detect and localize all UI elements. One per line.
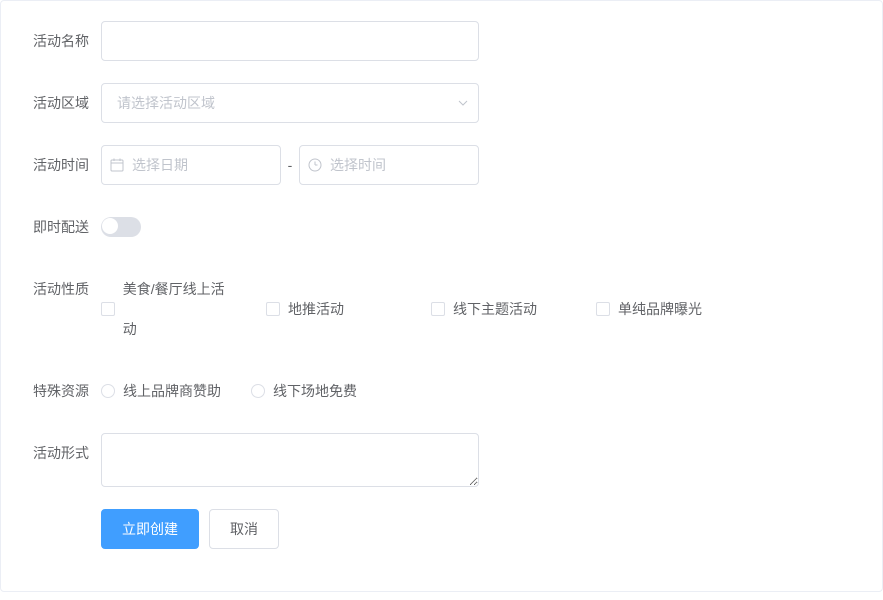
label-type: 活动性质 <box>21 269 101 309</box>
field-buttons: 立即创建 取消 <box>21 509 862 549</box>
radio-resource-0[interactable]: 线上品牌商赞助 <box>101 371 221 411</box>
radio-resource-1[interactable]: 线下场地免费 <box>251 371 357 411</box>
field-delivery: 即时配送 <box>21 207 862 247</box>
checkbox-label: 单纯品牌曝光 <box>618 289 702 329</box>
cancel-button[interactable]: 取消 <box>209 509 279 549</box>
checkbox-icon <box>431 302 445 316</box>
time-picker[interactable]: 选择时间 <box>299 145 479 185</box>
field-datetime: 活动时间 选择日期 - 选择时间 <box>21 145 862 185</box>
radio-icon <box>101 384 115 398</box>
checkbox-icon <box>596 302 610 316</box>
label-resource: 特殊资源 <box>21 371 101 411</box>
field-name: 活动名称 <box>21 21 862 61</box>
region-select[interactable]: 请选择活动区域 <box>101 83 479 123</box>
clock-icon <box>308 158 322 172</box>
checkbox-label: 线下主题活动 <box>453 289 537 329</box>
name-input[interactable] <box>101 21 479 61</box>
field-type: 活动性质 美食/餐厅线上活动 地推活动 线下主题活动 单纯品牌曝光 <box>21 269 862 349</box>
field-resource: 特殊资源 线上品牌商赞助 线下场地免费 <box>21 371 862 411</box>
radio-icon <box>251 384 265 398</box>
checkbox-type-2[interactable]: 线下主题活动 <box>431 289 566 329</box>
delivery-switch[interactable] <box>101 217 141 237</box>
submit-button[interactable]: 立即创建 <box>101 509 199 549</box>
checkbox-label: 地推活动 <box>288 289 344 329</box>
date-picker[interactable]: 选择日期 <box>101 145 281 185</box>
form-card: 活动名称 活动区域 请选择活动区域 活动时间 选择日期 <box>0 0 883 592</box>
time-placeholder: 选择时间 <box>330 155 386 175</box>
field-desc: 活动形式 <box>21 433 862 487</box>
label-desc: 活动形式 <box>21 433 101 473</box>
desc-textarea[interactable] <box>101 433 479 487</box>
checkbox-icon <box>101 302 115 316</box>
label-region: 活动区域 <box>21 83 101 123</box>
calendar-icon <box>110 158 124 172</box>
label-delivery: 即时配送 <box>21 207 101 247</box>
chevron-down-icon <box>457 97 469 109</box>
checkbox-type-3[interactable]: 单纯品牌曝光 <box>596 289 731 329</box>
label-name: 活动名称 <box>21 21 101 61</box>
checkbox-label: 美食/餐厅线上活动 <box>123 269 236 349</box>
region-placeholder: 请选择活动区域 <box>117 93 215 113</box>
radio-label: 线下场地免费 <box>273 371 357 411</box>
checkbox-type-1[interactable]: 地推活动 <box>266 289 401 329</box>
checkbox-icon <box>266 302 280 316</box>
datetime-separator: - <box>281 157 299 173</box>
checkbox-type-0[interactable]: 美食/餐厅线上活动 <box>101 269 236 349</box>
date-placeholder: 选择日期 <box>132 155 188 175</box>
radio-label: 线上品牌商赞助 <box>123 371 221 411</box>
label-datetime: 活动时间 <box>21 145 101 185</box>
field-region: 活动区域 请选择活动区域 <box>21 83 862 123</box>
